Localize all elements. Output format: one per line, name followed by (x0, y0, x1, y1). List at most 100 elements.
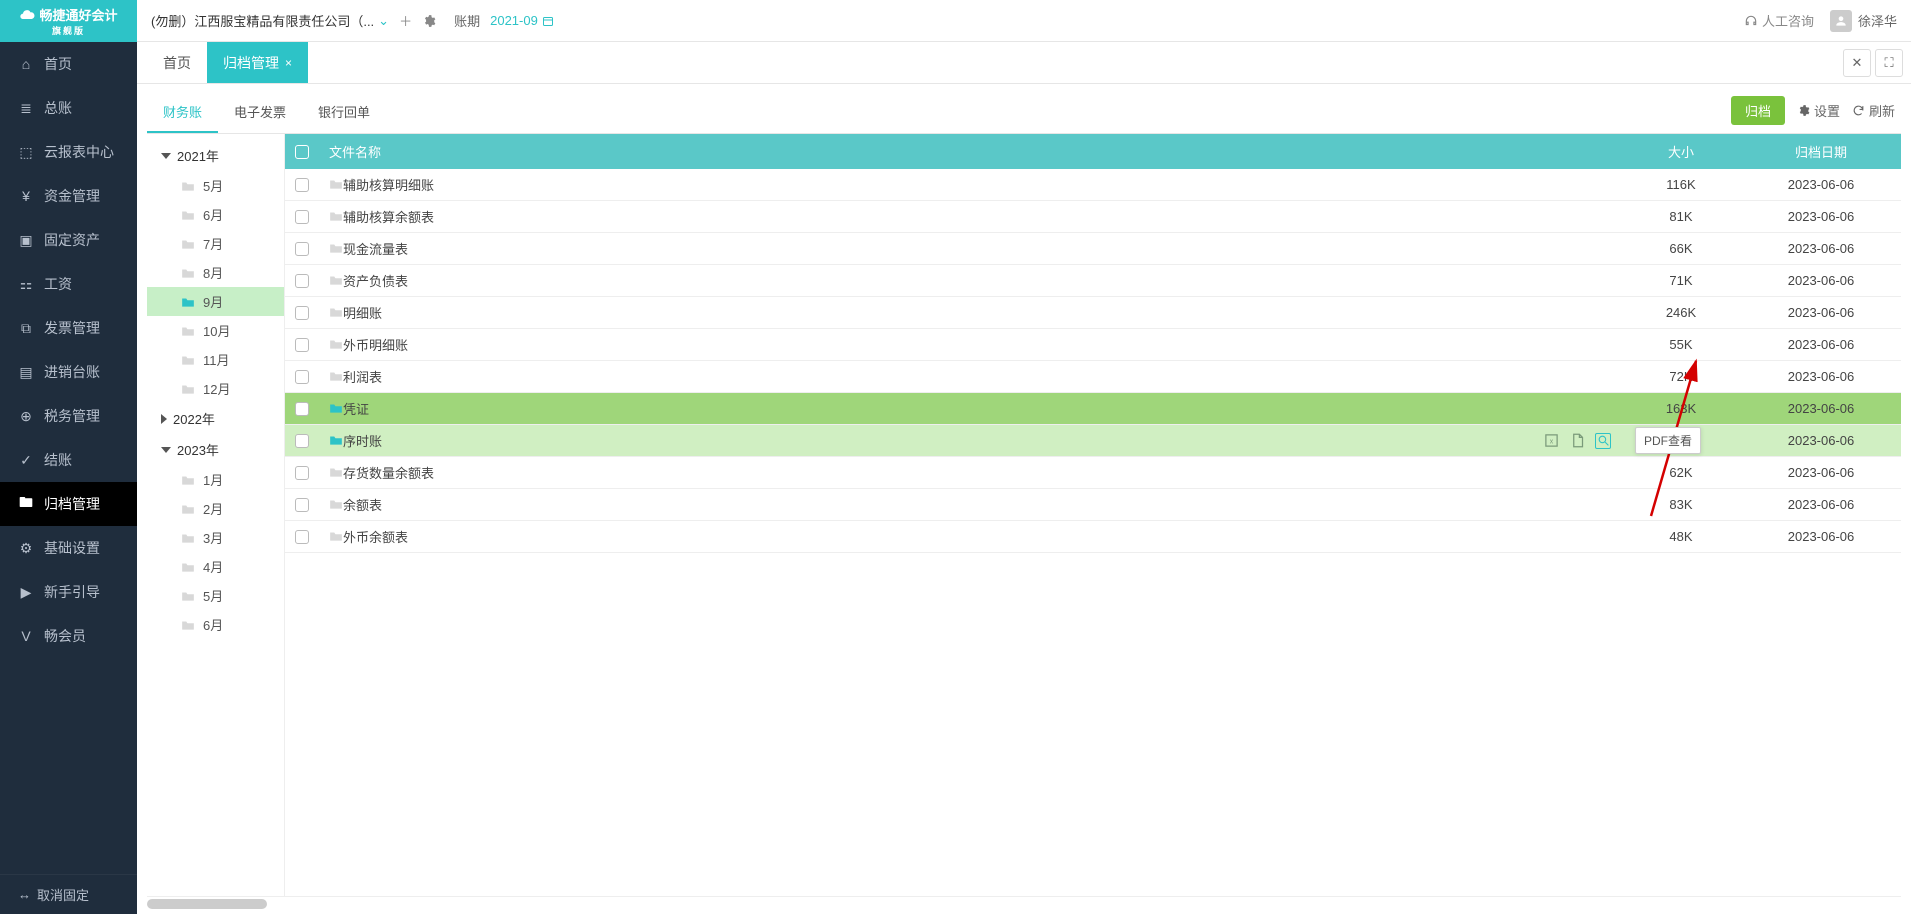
file-table: 文件名称 大小 归档日期 辅助核算明细账 116K 2023-06-06 辅助核… (284, 134, 1901, 896)
tree-month[interactable]: 3月 (147, 523, 284, 552)
file-size: 83K (1621, 489, 1741, 521)
page-tab-1[interactable]: 归档管理× (207, 42, 308, 83)
file-name: 外币余额表 (343, 530, 408, 545)
unpin-icon: ↔ (18, 887, 31, 902)
archive-date: 2023-06-06 (1741, 265, 1901, 297)
tree-month[interactable]: 4月 (147, 552, 284, 581)
settings-icon-button[interactable] (422, 14, 436, 28)
refresh-button[interactable]: 刷新 (1852, 101, 1895, 120)
topbar: (勿删）江西服宝精品有限责任公司（... ⌄ ＋ 账期 2021-09 人工咨询 (137, 0, 1911, 42)
nav-item-2[interactable]: ⬚云报表中心 (0, 130, 137, 174)
unpin-button[interactable]: ↔ 取消固定 (0, 874, 137, 914)
tree-month[interactable]: 2月 (147, 494, 284, 523)
sub-tab-1[interactable]: 电子发票 (218, 92, 302, 133)
tree-month[interactable]: 7月 (147, 229, 284, 258)
row-checkbox[interactable] (295, 498, 309, 512)
row-checkbox[interactable] (295, 242, 309, 256)
archive-date: 2023-06-06 (1741, 233, 1901, 265)
nav-icon: 🖿 (18, 496, 34, 512)
excel-export-icon[interactable]: x (1543, 433, 1559, 449)
table-row[interactable]: 现金流量表 66K 2023-06-06 (285, 233, 1901, 265)
tree-year[interactable]: 2022年 (147, 403, 284, 434)
table-row[interactable]: 明细账 246K 2023-06-06 (285, 297, 1901, 329)
headset-icon (1744, 14, 1758, 28)
nav-item-11[interactable]: ⚙基础设置 (0, 526, 137, 570)
sub-tab-0[interactable]: 财务账 (147, 92, 218, 133)
archive-date: 2023-06-06 (1741, 201, 1901, 233)
close-icon[interactable]: × (285, 56, 292, 70)
nav-item-3[interactable]: ¥资金管理 (0, 174, 137, 218)
nav-item-6[interactable]: ⧉发票管理 (0, 306, 137, 350)
nav-item-0[interactable]: ⌂首页 (0, 42, 137, 86)
tree-month[interactable]: 1月 (147, 465, 284, 494)
nav-item-10[interactable]: 🖿归档管理 (0, 482, 137, 526)
nav-item-1[interactable]: ≣总账 (0, 86, 137, 130)
nav-item-12[interactable]: ▶新手引导 (0, 570, 137, 614)
row-checkbox[interactable] (295, 210, 309, 224)
period-selector[interactable]: 2021-09 (490, 13, 554, 28)
table-row[interactable]: 利润表 72K 2023-06-06 (285, 361, 1901, 393)
file-name: 余额表 (343, 498, 382, 513)
tree-month[interactable]: 8月 (147, 258, 284, 287)
file-size: 163K (1621, 393, 1741, 425)
pdf-download-icon[interactable] (1569, 433, 1585, 449)
row-checkbox[interactable] (295, 338, 309, 352)
row-checkbox[interactable] (295, 178, 309, 192)
archive-button[interactable]: 归档 (1731, 96, 1785, 125)
company-selector[interactable]: (勿删）江西服宝精品有限责任公司（... ⌄ (151, 11, 389, 30)
nav-item-7[interactable]: ▤进销台账 (0, 350, 137, 394)
tooltip: PDF查看 (1635, 427, 1701, 454)
file-size: 81K (1621, 201, 1741, 233)
row-checkbox[interactable] (295, 466, 309, 480)
row-checkbox[interactable] (295, 274, 309, 288)
nav-item-8[interactable]: ⊕税务管理 (0, 394, 137, 438)
add-company-button[interactable]: ＋ (399, 11, 412, 30)
table-row[interactable]: 辅助核算余额表 81K 2023-06-06 (285, 201, 1901, 233)
table-row[interactable]: 存货数量余额表 62K 2023-06-06 (285, 457, 1901, 489)
tree-year[interactable]: 2021年 (147, 140, 284, 171)
tree-month[interactable]: 10月 (147, 316, 284, 345)
tree-month[interactable]: 5月 (147, 581, 284, 610)
table-row[interactable]: 序时账 x PDF查看 13K 2023-06-06 (285, 425, 1901, 457)
page-tab-0[interactable]: 首页 (147, 42, 207, 83)
archive-date: 2023-06-06 (1741, 457, 1901, 489)
tree-month[interactable]: 12月 (147, 374, 284, 403)
tree-month[interactable]: 6月 (147, 610, 284, 639)
row-checkbox[interactable] (295, 370, 309, 384)
nav-item-5[interactable]: ⚏工资 (0, 262, 137, 306)
row-checkbox[interactable] (295, 402, 309, 416)
row-checkbox[interactable] (295, 434, 309, 448)
table-row[interactable]: 凭证 163K 2023-06-06 (285, 393, 1901, 425)
nav-item-4[interactable]: ▣固定资产 (0, 218, 137, 262)
sub-tab-2[interactable]: 银行回单 (302, 92, 386, 133)
nav-icon: ⬚ (18, 144, 34, 160)
tree-month[interactable]: 6月 (147, 200, 284, 229)
user-menu[interactable]: 徐泽华 (1830, 10, 1897, 32)
sidebar: 畅捷通好会计 旗舰版 ⌂首页≣总账⬚云报表中心¥资金管理▣固定资产⚏工资⧉发票管… (0, 0, 137, 914)
tree-month[interactable]: 9月 (147, 287, 284, 316)
row-checkbox[interactable] (295, 306, 309, 320)
horizontal-scrollbar[interactable] (147, 896, 1901, 910)
select-all-checkbox[interactable] (295, 145, 309, 159)
nav-item-13[interactable]: V畅会员 (0, 614, 137, 658)
table-row[interactable]: 辅助核算明细账 116K 2023-06-06 (285, 169, 1901, 201)
table-row[interactable]: 外币余额表 48K 2023-06-06 (285, 521, 1901, 553)
tree-month[interactable]: 5月 (147, 171, 284, 200)
tree-year[interactable]: 2023年 (147, 434, 284, 465)
table-row[interactable]: 资产负债表 71K 2023-06-06 (285, 265, 1901, 297)
pdf-view-icon[interactable] (1595, 433, 1611, 449)
file-name: 辅助核算明细账 (343, 178, 434, 193)
fullscreen-button[interactable]: ⛶ (1875, 49, 1903, 77)
nav-item-9[interactable]: ✓结账 (0, 438, 137, 482)
settings-button[interactable]: 设置 (1797, 101, 1840, 120)
support-button[interactable]: 人工咨询 (1744, 11, 1814, 30)
file-name: 利润表 (343, 370, 382, 385)
table-row[interactable]: 余额表 83K 2023-06-06 (285, 489, 1901, 521)
tree-month[interactable]: 11月 (147, 345, 284, 374)
file-size: 71K (1621, 265, 1741, 297)
col-filename: 文件名称 (319, 134, 1621, 169)
table-row[interactable]: 外币明细账 55K 2023-06-06 (285, 329, 1901, 361)
nav-icon: ▤ (18, 364, 34, 380)
close-all-tabs-button[interactable]: ✕ (1843, 49, 1871, 77)
row-checkbox[interactable] (295, 530, 309, 544)
